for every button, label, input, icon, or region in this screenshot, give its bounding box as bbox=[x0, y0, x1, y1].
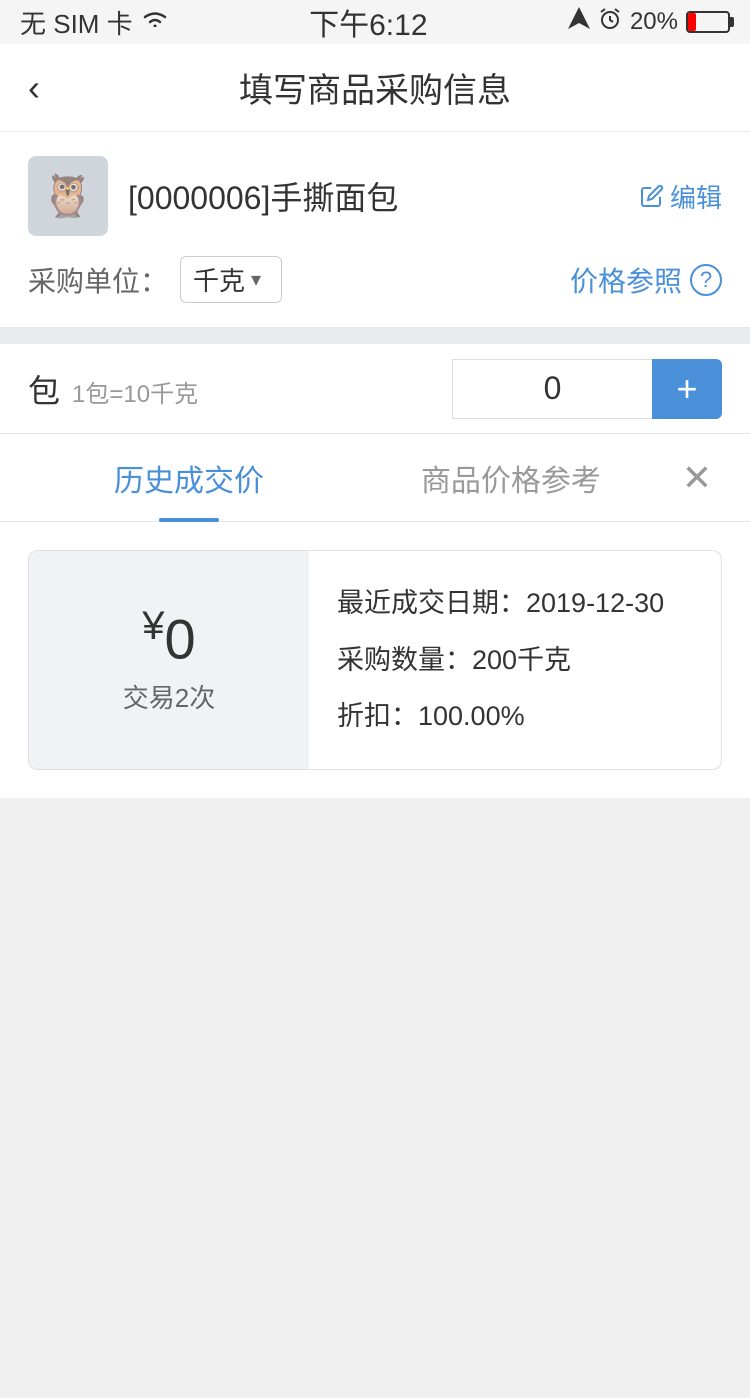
txn-discount: 折扣：100.00% bbox=[337, 696, 693, 737]
dropdown-arrow-icon: ▾ bbox=[251, 267, 261, 292]
txn-card-left: ¥0 交易2次 bbox=[29, 551, 309, 769]
status-right: 20% bbox=[568, 7, 730, 38]
yuan-symbol: ¥ bbox=[142, 604, 164, 648]
wifi-icon bbox=[141, 7, 169, 38]
qty-unit-label: 包 bbox=[28, 366, 60, 412]
product-thumbnail: 🦉 bbox=[28, 156, 108, 236]
qty-control: 0 + bbox=[452, 359, 722, 419]
section-divider bbox=[0, 328, 750, 344]
help-icon: ? bbox=[690, 264, 722, 296]
transaction-count: 交易2次 bbox=[123, 678, 215, 715]
time-label: 下午6:12 bbox=[309, 0, 427, 44]
battery-percent: 20% bbox=[630, 8, 678, 36]
battery-icon bbox=[686, 11, 730, 33]
recent-date-label: 最近成交日期： bbox=[337, 588, 526, 618]
unit-value: 千克 bbox=[193, 261, 245, 298]
txn-recent-date: 最近成交日期：2019-12-30 bbox=[337, 583, 693, 624]
close-panel-button[interactable]: ✕ bbox=[672, 450, 722, 506]
tab-history-label: 历史成交价 bbox=[114, 456, 264, 500]
txn-card-right: 最近成交日期：2019-12-30 采购数量：200千克 折扣：100.00% bbox=[309, 551, 721, 769]
transaction-card-container: ¥0 交易2次 最近成交日期：2019-12-30 采购数量：200千克 折扣：… bbox=[0, 522, 750, 798]
txn-qty-value: 200千克 bbox=[472, 645, 571, 675]
product-top-row: 🦉 [0000006]手撕面包 编辑 bbox=[28, 156, 722, 236]
unit-row: 采购单位： 千克 ▾ bbox=[28, 256, 282, 303]
page-title: 填写商品采购信息 bbox=[239, 63, 511, 112]
tab-history-price[interactable]: 历史成交价 bbox=[28, 434, 350, 522]
status-left: 无 SIM 卡 bbox=[20, 4, 169, 41]
quantity-plus-button[interactable]: + bbox=[652, 359, 722, 419]
edit-label: 编辑 bbox=[670, 178, 722, 215]
txn-qty-label: 采购数量： bbox=[337, 645, 472, 675]
quantity-row: 包 1包=10千克 0 + bbox=[0, 344, 750, 434]
page-background bbox=[0, 798, 750, 1398]
unit-select-dropdown[interactable]: 千克 ▾ bbox=[180, 256, 282, 303]
price-ref-label: 价格参照 bbox=[570, 260, 682, 300]
back-button[interactable]: ‹ bbox=[28, 57, 50, 119]
recent-date-value: 2019-12-30 bbox=[526, 588, 664, 618]
edit-button[interactable]: 编辑 bbox=[640, 178, 722, 215]
tab-product-price-ref[interactable]: 商品价格参考 bbox=[350, 434, 672, 522]
product-card: 🦉 [0000006]手撕面包 编辑 采购单位： 千克 ▾ 价格参照 ? bbox=[0, 132, 750, 328]
tab-product-label: 商品价格参考 bbox=[421, 456, 601, 500]
quantity-value: 0 bbox=[544, 370, 562, 407]
status-bar: 无 SIM 卡 下午6:12 20% bbox=[0, 0, 750, 44]
product-icon: 🦉 bbox=[42, 172, 94, 221]
transaction-card: ¥0 交易2次 最近成交日期：2019-12-30 采购数量：200千克 折扣：… bbox=[28, 550, 722, 770]
unit-label: 采购单位： bbox=[28, 260, 168, 300]
qty-unit-note: 1包=10千克 bbox=[72, 374, 198, 409]
price-reference-button[interactable]: 价格参照 ? bbox=[570, 260, 722, 300]
transaction-price: ¥0 bbox=[142, 604, 195, 670]
txn-discount-label: 折扣： bbox=[337, 701, 418, 731]
carrier-label: 无 SIM 卡 bbox=[20, 4, 133, 41]
txn-discount-value: 100.00% bbox=[418, 701, 525, 731]
bottom-panel: 历史成交价 商品价格参考 ✕ ¥0 交易2次 最近成交日期：2019-12-30… bbox=[0, 434, 750, 798]
txn-qty: 采购数量：200千克 bbox=[337, 640, 693, 681]
alarm-icon bbox=[598, 7, 622, 38]
qty-label-area: 包 1包=10千克 bbox=[28, 366, 198, 412]
price-value: 0 bbox=[165, 608, 196, 671]
quantity-input[interactable]: 0 bbox=[452, 359, 652, 419]
product-bottom-row: 采购单位： 千克 ▾ 价格参照 ? bbox=[28, 256, 722, 303]
gps-icon bbox=[568, 7, 590, 38]
edit-icon bbox=[640, 184, 664, 208]
page-header: ‹ 填写商品采购信息 bbox=[0, 44, 750, 132]
tabs-row: 历史成交价 商品价格参考 ✕ bbox=[0, 434, 750, 522]
product-info: 🦉 [0000006]手撕面包 bbox=[28, 156, 398, 236]
product-name: [0000006]手撕面包 bbox=[128, 173, 398, 219]
